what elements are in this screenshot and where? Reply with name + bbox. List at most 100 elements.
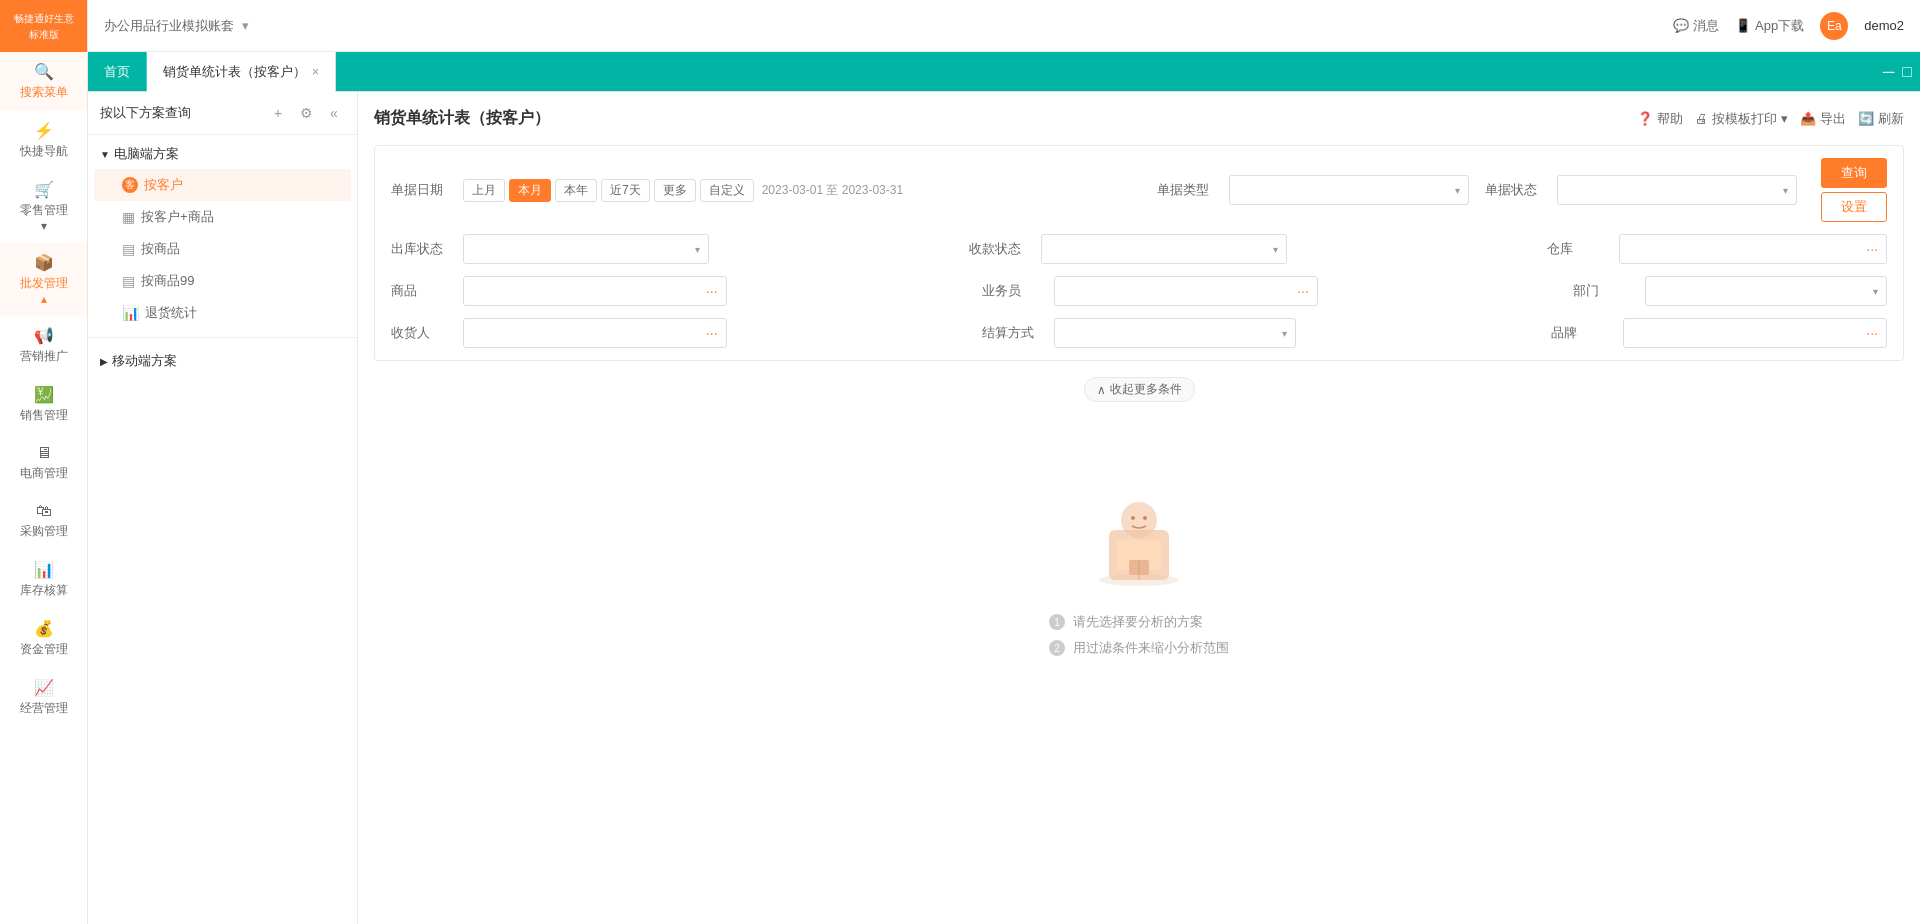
refresh-icon: 🔄 xyxy=(1858,111,1874,126)
goods-input[interactable]: ··· xyxy=(463,276,727,306)
download-icon: 📱 xyxy=(1735,18,1751,33)
settlement-label: 结算方式 xyxy=(982,324,1038,342)
settings-btn[interactable]: 设置 xyxy=(1821,192,1887,222)
app-subtitle: 标准版 xyxy=(29,28,59,42)
export-btn[interactable]: 📤 导出 xyxy=(1800,110,1846,128)
receipt-status-select[interactable]: ▾ xyxy=(1041,234,1287,264)
sidebar-item-purchase[interactable]: 🛍 采购管理 xyxy=(0,492,87,550)
header-right: 💬 消息 📱 App下载 Ea demo2 xyxy=(1673,12,1904,40)
tree-parent-desktop[interactable]: ▼ 电脑端方案 xyxy=(88,139,357,169)
left-panel: 按以下方案查询 + ⚙ « ▼ 电脑端方案 客 按客户 ▦ 按客 xyxy=(88,92,358,924)
tree-child-return-stats[interactable]: 📊 退货统计 xyxy=(94,297,351,329)
order-type-arrow: ▾ xyxy=(1455,185,1460,196)
filter-row-1: 单据日期 上月 本月 本年 近7天 更多 自定义 2023-03-01 至 20… xyxy=(391,158,1887,222)
tree-parent-mobile[interactable]: ▶ 移动端方案 xyxy=(88,346,357,376)
salesperson-label: 业务员 xyxy=(982,282,1038,300)
by-goods-99-label: 按商品99 xyxy=(141,272,194,290)
sidebar-marketing-label: 营销推广 xyxy=(20,348,68,365)
salesperson-input[interactable]: ··· xyxy=(1054,276,1318,306)
goods-dots[interactable]: ··· xyxy=(706,283,718,299)
tab-home[interactable]: 首页 xyxy=(88,52,147,92)
sidebar-sales-label: 销售管理 xyxy=(20,407,68,424)
order-status-select[interactable]: ▾ xyxy=(1557,175,1797,205)
warehouse-input[interactable]: ··· xyxy=(1619,234,1887,264)
date-btns: 上月 本月 本年 近7天 更多 自定义 2023-03-01 至 2023-03… xyxy=(463,179,903,202)
panel-collapse-btn[interactable]: « xyxy=(323,102,345,124)
tree-child-by-goods-99[interactable]: ▤ 按商品99 xyxy=(94,265,351,297)
wholesale-icon: 📦 xyxy=(34,253,54,272)
top-header: 办公用品行业模拟账套 ▾ 💬 消息 📱 App下载 Ea demo2 xyxy=(88,0,1920,52)
sidebar-item-ecommerce[interactable]: 🖥 电商管理 xyxy=(0,434,87,492)
tree-child-by-goods[interactable]: ▤ 按商品 xyxy=(94,233,351,265)
out-status-select[interactable]: ▾ xyxy=(463,234,709,264)
right-content: 销货单统计表（按客户） ❓ 帮助 🖨 按模板打印 ▾ 📤 导出 xyxy=(358,92,1920,924)
sidebar-item-sales[interactable]: 💹 销售管理 xyxy=(0,375,87,434)
tab-sales-stats[interactable]: 销货单统计表（按客户） × xyxy=(147,52,336,92)
settlement-select[interactable]: ▾ xyxy=(1054,318,1296,348)
finance-icon: 💰 xyxy=(34,619,54,638)
date-btn-this-year[interactable]: 本年 xyxy=(555,179,597,202)
sidebar-operation-label: 经营管理 xyxy=(20,700,68,717)
svg-point-6 xyxy=(1131,516,1135,520)
sidebar-item-inventory[interactable]: 📊 库存核算 xyxy=(0,550,87,609)
sidebar-item-wholesale[interactable]: 📦 批发管理 ▴ xyxy=(0,243,87,316)
sidebar-item-search[interactable]: 🔍 搜索菜单 xyxy=(0,52,87,111)
goods-label: 商品 xyxy=(391,282,447,300)
by-customer-label: 按客户 xyxy=(144,176,183,194)
sidebar-item-retail[interactable]: 🛒 零售管理 ▾ xyxy=(0,170,87,243)
sidebar-item-finance[interactable]: 💰 资金管理 xyxy=(0,609,87,668)
order-status-arrow: ▾ xyxy=(1783,185,1788,196)
receiver-input[interactable]: ··· xyxy=(463,318,727,348)
user-name: demo2 xyxy=(1864,18,1904,33)
tree-child-by-customer-goods[interactable]: ▦ 按客户+商品 xyxy=(94,201,351,233)
tree-child-by-customer[interactable]: 客 按客户 xyxy=(94,169,351,201)
tree-divider xyxy=(88,337,357,338)
collapse-btn[interactable]: ∧ 收起更多条件 xyxy=(1084,377,1195,402)
print-arrow: ▾ xyxy=(1781,111,1788,126)
filter-area: 单据日期 上月 本月 本年 近7天 更多 自定义 2023-03-01 至 20… xyxy=(374,145,1904,361)
page-body: 按以下方案查询 + ⚙ « ▼ 电脑端方案 客 按客户 ▦ 按客 xyxy=(88,92,1920,924)
department-label: 部门 xyxy=(1573,282,1629,300)
order-type-select[interactable]: ▾ xyxy=(1229,175,1469,205)
date-btn-custom[interactable]: 自定义 xyxy=(700,179,754,202)
sidebar-item-quicknav[interactable]: ⚡ 快捷导航 xyxy=(0,111,87,170)
return-stats-icon: 📊 xyxy=(122,305,139,321)
app-download-btn[interactable]: 📱 App下载 xyxy=(1735,17,1804,35)
message-icon: 💬 xyxy=(1673,18,1689,33)
query-btn[interactable]: 查询 xyxy=(1821,158,1887,188)
receiver-dots[interactable]: ··· xyxy=(706,325,718,341)
date-btn-last-month[interactable]: 上月 xyxy=(463,179,505,202)
message-btn[interactable]: 💬 消息 xyxy=(1673,17,1719,35)
print-btn[interactable]: 🖨 按模板打印 ▾ xyxy=(1695,110,1788,128)
sales-icon: 💹 xyxy=(34,385,54,404)
tabs-actions: ─ □ xyxy=(1883,63,1920,81)
panel-settings-btn[interactable]: ⚙ xyxy=(295,102,317,124)
salesperson-dots[interactable]: ··· xyxy=(1297,283,1309,299)
sidebar-item-operation[interactable]: 📈 经营管理 xyxy=(0,668,87,727)
brand-input[interactable]: ··· xyxy=(1623,318,1887,348)
date-range-text: 2023-03-01 至 2023-03-31 xyxy=(762,182,903,199)
operation-icon: 📈 xyxy=(34,678,54,697)
sidebar-retail-label: 零售管理 xyxy=(20,202,68,219)
tab-minimize-btn[interactable]: ─ xyxy=(1883,63,1894,81)
collapse-up-icon: ∧ xyxy=(1097,383,1106,397)
customer-goods-icon: ▦ xyxy=(122,209,135,225)
wholesale-arrow: ▴ xyxy=(41,292,47,306)
tab-maximize-btn[interactable]: □ xyxy=(1902,63,1912,81)
tab-close-btn[interactable]: × xyxy=(312,65,319,79)
brand-dots[interactable]: ··· xyxy=(1866,325,1878,341)
help-btn[interactable]: ❓ 帮助 xyxy=(1637,110,1683,128)
receipt-status-arrow: ▾ xyxy=(1273,244,1278,255)
sidebar-item-marketing[interactable]: 📢 营销推广 xyxy=(0,316,87,375)
panel-add-btn[interactable]: + xyxy=(267,102,289,124)
svg-point-5 xyxy=(1121,502,1157,538)
date-btn-this-month[interactable]: 本月 xyxy=(509,179,551,202)
date-btn-last-7[interactable]: 近7天 xyxy=(601,179,650,202)
warehouse-dots[interactable]: ··· xyxy=(1866,241,1878,257)
title-actions: ❓ 帮助 🖨 按模板打印 ▾ 📤 导出 🔄 刷新 xyxy=(1637,110,1904,128)
empty-state: 1 请先选择要分析的方案 2 用过滤条件来缩小分析范围 xyxy=(374,410,1904,745)
date-btn-more[interactable]: 更多 xyxy=(654,179,696,202)
department-arrow: ▾ xyxy=(1873,286,1878,297)
refresh-btn[interactable]: 🔄 刷新 xyxy=(1858,110,1904,128)
department-select[interactable]: ▾ xyxy=(1645,276,1887,306)
